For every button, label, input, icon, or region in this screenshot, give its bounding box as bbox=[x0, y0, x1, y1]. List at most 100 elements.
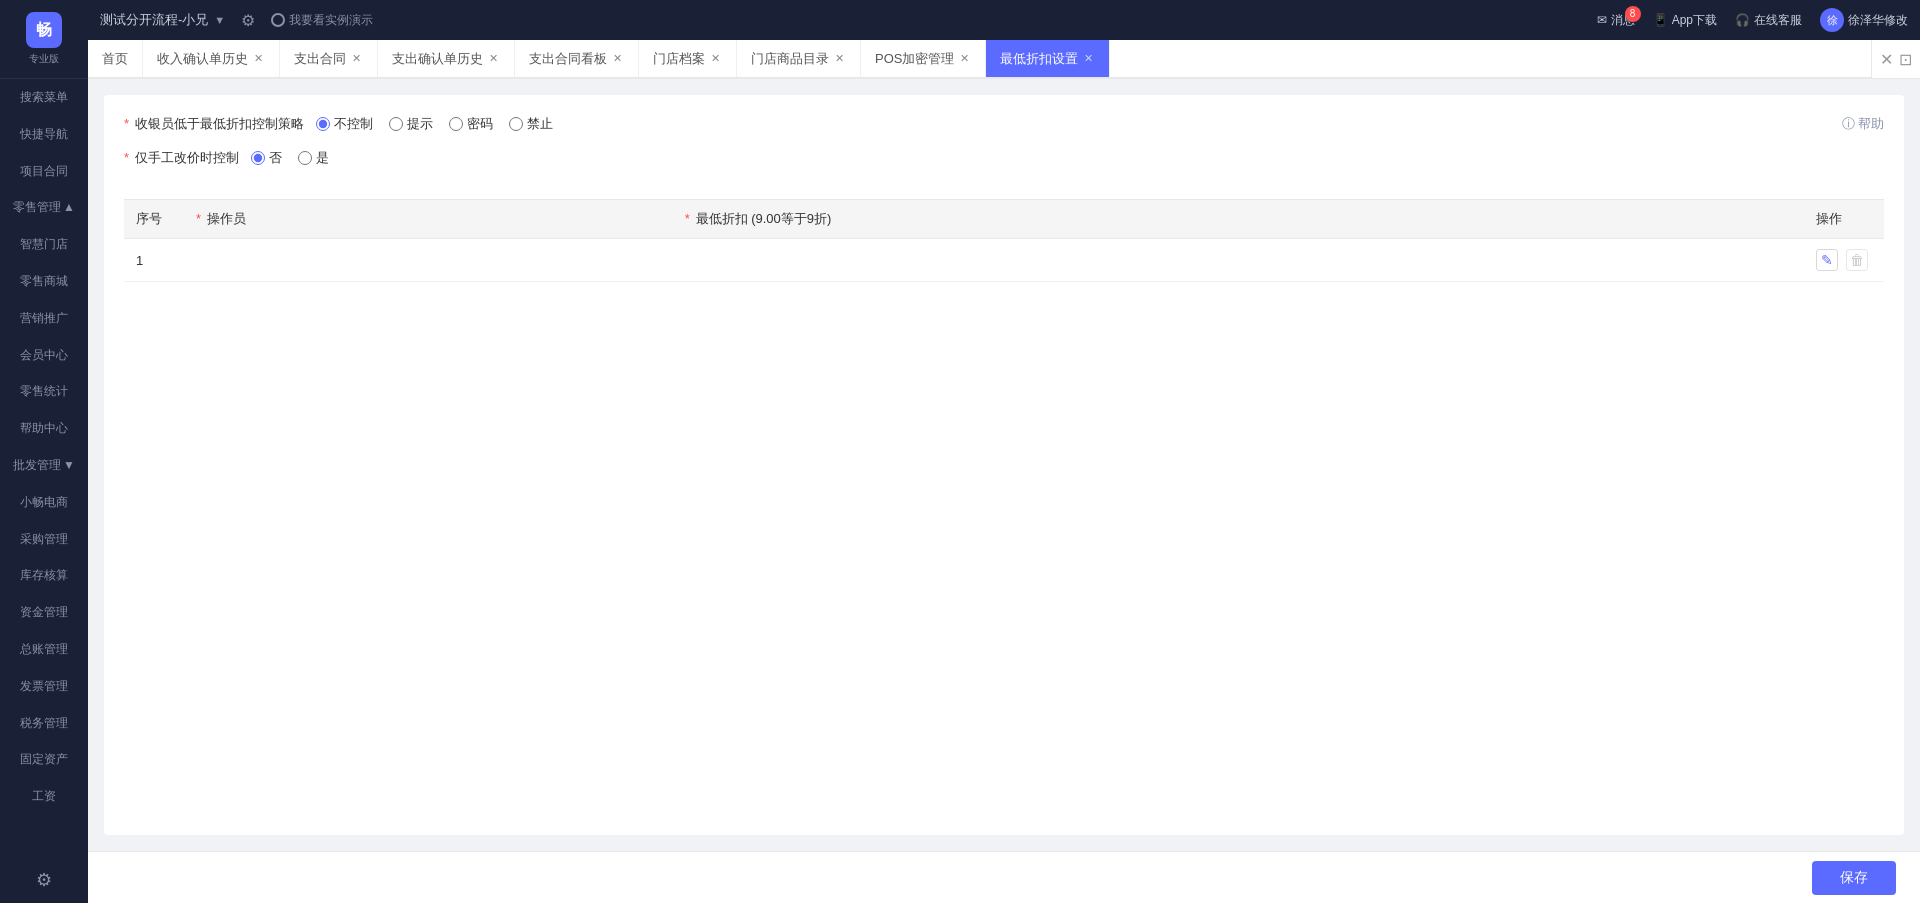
sidebar-item-retail-stats[interactable]: 零售统计 bbox=[0, 373, 88, 410]
demo-link[interactable]: 我要看实例演示 bbox=[271, 12, 373, 29]
tab-close-all-icon[interactable]: ✕ bbox=[1880, 50, 1893, 69]
sidebar-item-payroll[interactable]: 工资 bbox=[0, 778, 88, 815]
sidebar-item-assets[interactable]: 固定资产 bbox=[0, 741, 88, 778]
messages-badge: 8 bbox=[1625, 6, 1641, 22]
radio-forbid[interactable]: 禁止 bbox=[509, 115, 553, 133]
content-card: * 收银员低于最低折扣控制策略 不控制 提示 bbox=[104, 95, 1904, 835]
row-delete-button[interactable]: 🗑 bbox=[1846, 249, 1868, 271]
tab-payment-contract[interactable]: 支出合同 ✕ bbox=[280, 40, 378, 78]
manual-price-radio-group: 否 是 bbox=[251, 149, 329, 167]
content-area: * 收银员低于最低折扣控制策略 不控制 提示 bbox=[88, 79, 1920, 851]
discount-strategy-label: * 收银员低于最低折扣控制策略 bbox=[124, 115, 304, 133]
tab-store-file[interactable]: 门店档案 ✕ bbox=[639, 40, 737, 78]
sidebar-item-tax[interactable]: 税务管理 bbox=[0, 705, 88, 742]
sidebar-logo: 畅 专业版 bbox=[0, 0, 88, 79]
sidebar-item-smart-store[interactable]: 智慧门店 bbox=[0, 226, 88, 263]
sidebar-item-quicknav[interactable]: 快捷导航 bbox=[0, 116, 88, 153]
user-name-label: 徐泽华修改 bbox=[1848, 12, 1908, 29]
tab-store-file-close[interactable]: ✕ bbox=[709, 51, 722, 66]
sidebar-item-capital[interactable]: 资金管理 bbox=[0, 594, 88, 631]
tab-store-catalog-close[interactable]: ✕ bbox=[833, 51, 846, 66]
sidebar: 畅 专业版 搜索菜单 快捷导航 项目合同 零售管理 ▲ 智慧门店 零售商城 营销… bbox=[0, 0, 88, 903]
sidebar-item-search[interactable]: 搜索菜单 bbox=[0, 79, 88, 116]
message-icon: ✉ bbox=[1597, 13, 1607, 27]
tab-payment-board-close[interactable]: ✕ bbox=[611, 51, 624, 66]
demo-label: 我要看实例演示 bbox=[289, 12, 373, 29]
save-button[interactable]: 保存 bbox=[1812, 861, 1896, 895]
help-button[interactable]: ⓘ 帮助 bbox=[1842, 115, 1884, 133]
tab-payment-confirm[interactable]: 支出确认单历史 ✕ bbox=[378, 40, 515, 78]
app-logo-icon: 畅 bbox=[26, 12, 62, 48]
tab-min-discount-close[interactable]: ✕ bbox=[1082, 51, 1095, 66]
messages-button[interactable]: ✉ 消息 8 bbox=[1597, 12, 1635, 29]
app-download-label: App下载 bbox=[1672, 12, 1717, 29]
tab-income-confirm-label: 收入确认单历史 bbox=[157, 50, 248, 68]
tab-store-catalog[interactable]: 门店商品目录 ✕ bbox=[737, 40, 861, 78]
sidebar-item-retail[interactable]: 零售管理 ▲ bbox=[0, 189, 88, 226]
col-header-seq: 序号 bbox=[124, 200, 184, 239]
sidebar-item-invoice[interactable]: 发票管理 bbox=[0, 668, 88, 705]
tab-pos-manage-close[interactable]: ✕ bbox=[958, 51, 971, 66]
tab-income-confirm-close[interactable]: ✕ bbox=[252, 51, 265, 66]
question-circle-icon: ⓘ bbox=[1842, 115, 1855, 133]
radio-manual-no[interactable]: 否 bbox=[251, 149, 282, 167]
table-row: 1 ✎ 🗑 bbox=[124, 239, 1884, 282]
sidebar-item-contract[interactable]: 项目合同 bbox=[0, 153, 88, 190]
app-download-button[interactable]: 📱 App下载 bbox=[1653, 12, 1717, 29]
tab-pos-manage-label: POS加密管理 bbox=[875, 50, 954, 68]
tab-home-label: 首页 bbox=[102, 50, 128, 68]
radio-hint[interactable]: 提示 bbox=[389, 115, 433, 133]
manual-price-row: * 仅手工改价时控制 否 是 bbox=[124, 149, 553, 167]
sidebar-item-help[interactable]: 帮助中心 bbox=[0, 410, 88, 447]
tab-min-discount-label: 最低折扣设置 bbox=[1000, 50, 1078, 68]
form-section: * 收银员低于最低折扣控制策略 不控制 提示 bbox=[124, 115, 553, 183]
app-version-label: 专业版 bbox=[29, 52, 59, 66]
sidebar-item-ledger[interactable]: 总账管理 bbox=[0, 631, 88, 668]
col-header-operator: * 操作员 bbox=[184, 200, 673, 239]
sidebar-item-ecommerce[interactable]: 小畅电商 bbox=[0, 484, 88, 521]
tab-payment-confirm-label: 支出确认单历史 bbox=[392, 50, 483, 68]
cell-min-discount bbox=[673, 239, 1804, 282]
manual-price-label: * 仅手工改价时控制 bbox=[124, 149, 239, 167]
tab-store-file-label: 门店档案 bbox=[653, 50, 705, 68]
tab-min-discount[interactable]: 最低折扣设置 ✕ bbox=[986, 40, 1110, 78]
cell-actions: ✎ 🗑 bbox=[1804, 239, 1884, 282]
tabbar-actions: ✕ ⊡ bbox=[1871, 40, 1920, 78]
tabbar-outer: 首页 收入确认单历史 ✕ 支出合同 ✕ 支出确认单历史 ✕ 支出合同看板 ✕ 门… bbox=[88, 40, 1920, 79]
row-edit-button[interactable]: ✎ bbox=[1816, 249, 1838, 271]
project-chevron-icon: ▼ bbox=[214, 14, 225, 26]
online-service-button[interactable]: 🎧 在线客服 bbox=[1735, 12, 1802, 29]
cell-operator bbox=[184, 239, 673, 282]
radio-no-control[interactable]: 不控制 bbox=[316, 115, 373, 133]
headset-icon: 🎧 bbox=[1735, 13, 1750, 27]
footer-bar: 保存 bbox=[88, 851, 1920, 903]
tab-home[interactable]: 首页 bbox=[88, 40, 143, 78]
tab-payment-board[interactable]: 支出合同看板 ✕ bbox=[515, 40, 639, 78]
tab-maximize-icon[interactable]: ⊡ bbox=[1899, 50, 1912, 69]
sidebar-item-wholesale[interactable]: 批发管理 ▼ bbox=[0, 447, 88, 484]
tab-payment-board-label: 支出合同看板 bbox=[529, 50, 607, 68]
col-header-min-discount: * 最低折扣 (9.00等于9折) bbox=[673, 200, 1804, 239]
user-menu-button[interactable]: 徐 徐泽华修改 bbox=[1820, 8, 1908, 32]
topbar: 测试分开流程-小兄 ▼ ⚙ 我要看实例演示 ✉ 消息 8 📱 App下载 🎧 在… bbox=[88, 0, 1920, 40]
main-area: 测试分开流程-小兄 ▼ ⚙ 我要看实例演示 ✉ 消息 8 📱 App下载 🎧 在… bbox=[88, 0, 1920, 903]
sidebar-item-retail-mall[interactable]: 零售商城 bbox=[0, 263, 88, 300]
tab-payment-contract-close[interactable]: ✕ bbox=[350, 51, 363, 66]
project-selector[interactable]: 测试分开流程-小兄 ▼ bbox=[100, 11, 225, 29]
tab-payment-confirm-close[interactable]: ✕ bbox=[487, 51, 500, 66]
table-outer: 序号 * 操作员 * 最低折扣 (9.00等于9折) 操作 bbox=[124, 199, 1884, 282]
radio-password[interactable]: 密码 bbox=[449, 115, 493, 133]
sidebar-item-purchase[interactable]: 采购管理 bbox=[0, 521, 88, 558]
sidebar-settings-button[interactable]: ⚙ bbox=[24, 857, 64, 903]
user-avatar: 徐 bbox=[1820, 8, 1844, 32]
project-name: 测试分开流程-小兄 bbox=[100, 11, 208, 29]
sidebar-item-marketing[interactable]: 营销推广 bbox=[0, 300, 88, 337]
radio-manual-yes[interactable]: 是 bbox=[298, 149, 329, 167]
sidebar-item-member[interactable]: 会员中心 bbox=[0, 337, 88, 374]
tab-pos-manage[interactable]: POS加密管理 ✕ bbox=[861, 40, 986, 78]
discount-strategy-row: * 收银员低于最低折扣控制策略 不控制 提示 bbox=[124, 115, 553, 133]
topbar-settings-icon[interactable]: ⚙ bbox=[237, 7, 259, 34]
tab-store-catalog-label: 门店商品目录 bbox=[751, 50, 829, 68]
tab-income-confirm[interactable]: 收入确认单历史 ✕ bbox=[143, 40, 280, 78]
sidebar-item-inventory[interactable]: 库存核算 bbox=[0, 557, 88, 594]
